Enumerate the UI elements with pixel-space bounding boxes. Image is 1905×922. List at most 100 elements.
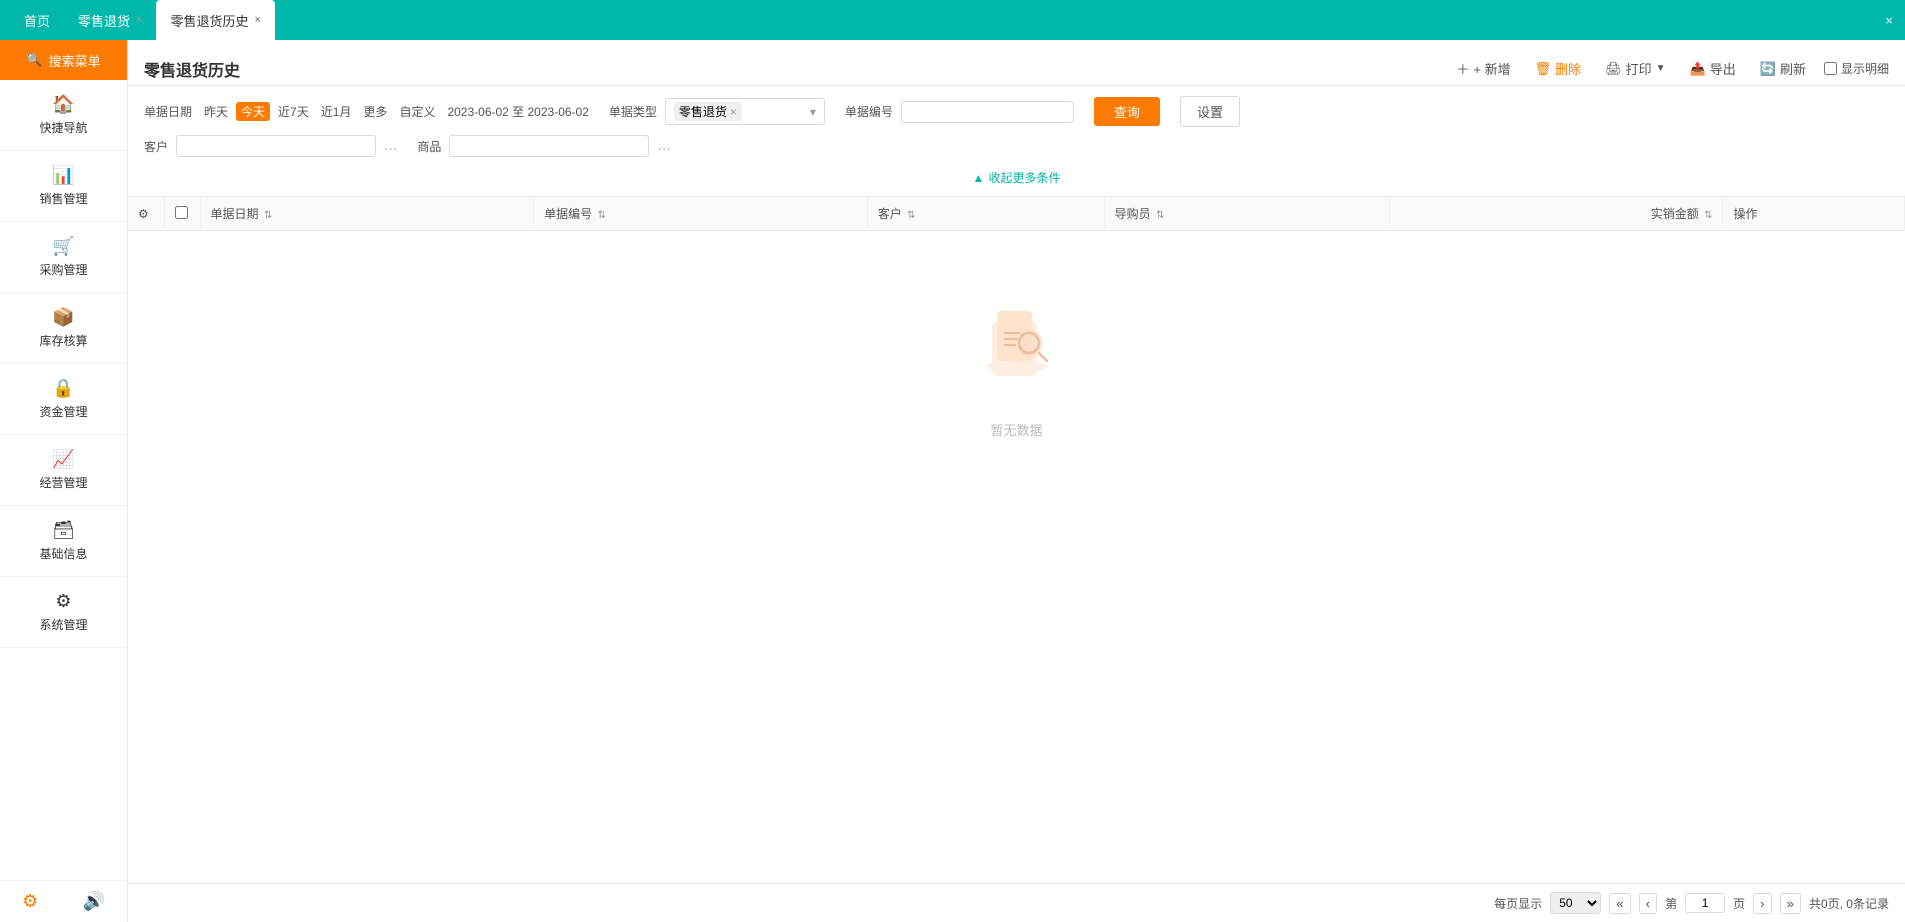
th-amount[interactable]: 实销金额 ⇅ (1389, 197, 1723, 231)
sidebar-item-finance[interactable]: 🔒 资金管理 (0, 364, 127, 435)
collapse-label: 收起更多条件 (988, 169, 1060, 186)
sidebar-search[interactable]: 🔍 搜索菜单 (0, 40, 127, 80)
date-btn-custom[interactable]: 自定义 (395, 102, 439, 121)
sidebar-footer: ⚙ 🔊 (0, 880, 127, 922)
show-detail-checkbox[interactable] (1824, 62, 1837, 75)
export-icon: 📤 (1690, 61, 1706, 77)
th-customer-label: 客户 (878, 207, 902, 221)
sidebar-item-finance-label: 资金管理 (39, 403, 87, 420)
page-size-label: 每页显示 (1494, 895, 1542, 912)
date-btn-today[interactable]: 今天 (236, 102, 270, 121)
sidebar-item-quick-nav[interactable]: 🏠 快捷导航 (0, 80, 127, 151)
sidebar-item-purchase[interactable]: 🛒 采购管理 (0, 222, 127, 293)
print-button[interactable]: 🖨 打印 ▼ (1599, 59, 1671, 78)
filter-row-1: 单据日期 昨天 今天 近7天 近1月 更多 自定义 2023-06-02 至 2… (144, 96, 1889, 127)
page-size-select[interactable]: 20 50 100 (1550, 892, 1601, 914)
topbar-close-button[interactable]: × (1885, 13, 1905, 28)
date-range-display: 2023-06-02 至 2023-06-02 (447, 103, 588, 120)
tab-retail-return-label: 零售退货 (78, 11, 130, 30)
sidebar-item-sales[interactable]: 📊 销售管理 (0, 151, 127, 222)
show-detail-label: 显示明细 (1841, 60, 1889, 77)
settings-footer-icon[interactable]: ⚙ (22, 891, 38, 912)
data-table: ⚙ 单据日期 ⇅ 单据编号 ⇅ (128, 197, 1905, 231)
table-container: ⚙ 单据日期 ⇅ 单据编号 ⇅ (128, 197, 1905, 883)
filter-row-2: 客户 ... 商品 ... (144, 135, 1889, 157)
th-action-label: 操作 (1733, 207, 1757, 221)
tab-retail-return-history-close[interactable]: × (254, 14, 260, 26)
basic-info-icon: 🗃 (52, 520, 75, 541)
goods-input[interactable] (449, 135, 649, 157)
goods-dots-icon[interactable]: ... (657, 137, 670, 155)
sidebar-item-inventory[interactable]: 📦 库存核算 (0, 293, 127, 364)
date-filter-label: 单据日期 (144, 103, 192, 120)
last-page-button[interactable]: » (1780, 893, 1801, 914)
new-button[interactable]: ＋ + 新增 (1450, 59, 1516, 78)
inventory-icon: 📦 (52, 307, 74, 328)
sidebar-item-operations[interactable]: 📈 经营管理 (0, 435, 127, 506)
collapse-button[interactable]: ▲ 收起更多条件 (973, 169, 1061, 186)
sidebar-item-purchase-label: 采购管理 (39, 261, 87, 278)
export-button[interactable]: 📤 导出 (1684, 59, 1742, 78)
next-page-button[interactable]: › (1753, 893, 1771, 914)
sidebar-item-basic-info[interactable]: 🗃 基础信息 (0, 506, 127, 577)
voucher-type-select[interactable]: 零售退货 × ▾ (665, 98, 825, 125)
date-filter-buttons: 昨天 今天 近7天 近1月 更多 自定义 2023-06-02 至 2023-0… (200, 102, 589, 121)
sidebar-item-basic-info-label: 基础信息 (39, 545, 87, 562)
tab-home[interactable]: 首页 (10, 0, 64, 40)
prev-page-button[interactable]: ‹ (1639, 893, 1657, 914)
refresh-button[interactable]: 🔄 刷新 (1754, 59, 1812, 78)
sidebar-search-label: 搜索菜单 (49, 51, 101, 70)
th-action: 操作 (1723, 197, 1905, 231)
th-checkbox[interactable] (164, 197, 200, 231)
th-date[interactable]: 单据日期 ⇅ (200, 197, 534, 231)
th-guide[interactable]: 导购员 ⇅ (1104, 197, 1389, 231)
th-customer-sort-icon: ⇅ (907, 210, 915, 221)
refresh-icon: 🔄 (1760, 61, 1776, 77)
tab-retail-return-close[interactable]: × (136, 14, 142, 26)
th-voucher-no[interactable]: 单据编号 ⇅ (534, 197, 868, 231)
new-button-label: + 新增 (1473, 59, 1510, 78)
empty-state: 暂无数据 (128, 231, 1905, 499)
date-btn-1month[interactable]: 近1月 (317, 102, 356, 121)
date-btn-more[interactable]: 更多 (359, 102, 391, 121)
sidebar-item-quick-nav-label: 快捷导航 (39, 119, 87, 136)
page-header: 零售退货历史 ＋ + 新增 🗑 删除 🖨 打印 ▼ 📤 导出 (128, 40, 1905, 86)
select-all-checkbox[interactable] (175, 206, 188, 219)
tab-retail-return[interactable]: 零售退货 × (64, 0, 156, 40)
purchase-icon: 🛒 (52, 236, 74, 257)
th-amount-label: 实销金额 (1651, 207, 1699, 221)
voucher-type-label: 单据类型 (609, 103, 657, 120)
voucher-type-arrow-icon: ▾ (810, 105, 816, 119)
tab-retail-return-history[interactable]: 零售退货历史 × (156, 0, 274, 40)
th-settings[interactable]: ⚙ (128, 197, 164, 231)
customer-input[interactable] (176, 135, 376, 157)
page-label: 页 (1733, 895, 1745, 912)
th-customer[interactable]: 客户 ⇅ (867, 197, 1104, 231)
empty-text: 暂无数据 (990, 420, 1042, 439)
voucher-type-tag-remove[interactable]: × (730, 105, 737, 119)
customer-dots-icon[interactable]: ... (384, 137, 397, 155)
empty-illustration (967, 291, 1067, 410)
pagination: 每页显示 20 50 100 « ‹ 第 页 › » 共0页, 0条记录 (128, 883, 1905, 922)
column-settings-icon[interactable]: ⚙ (138, 207, 149, 221)
volume-footer-icon[interactable]: 🔊 (82, 891, 104, 912)
voucher-type-value: 零售退货 (679, 103, 727, 120)
query-button[interactable]: 查询 (1094, 97, 1160, 126)
set-button[interactable]: 设置 (1180, 96, 1240, 127)
total-label: 共0页, 0条记录 (1809, 895, 1889, 912)
sidebar-item-operations-label: 经营管理 (39, 474, 87, 491)
date-btn-7days[interactable]: 近7天 (274, 102, 313, 121)
goods-filter-label: 商品 (417, 138, 441, 155)
operations-icon: 📈 (52, 449, 74, 470)
date-btn-yesterday[interactable]: 昨天 (200, 102, 232, 121)
first-page-button[interactable]: « (1609, 893, 1630, 914)
th-guide-label: 导购员 (1115, 207, 1151, 221)
voucher-no-input[interactable] (901, 101, 1074, 123)
show-detail-toggle[interactable]: 显示明细 (1824, 60, 1889, 77)
sidebar-item-system-label: 系统管理 (39, 616, 87, 633)
delete-button[interactable]: 🗑 删除 (1529, 59, 1588, 78)
page-title: 零售退货历史 (144, 57, 240, 81)
current-page-input[interactable] (1685, 893, 1725, 913)
sidebar-item-system[interactable]: ⚙ 系统管理 (0, 577, 127, 648)
table-header-row: ⚙ 单据日期 ⇅ 单据编号 ⇅ (128, 197, 1905, 231)
